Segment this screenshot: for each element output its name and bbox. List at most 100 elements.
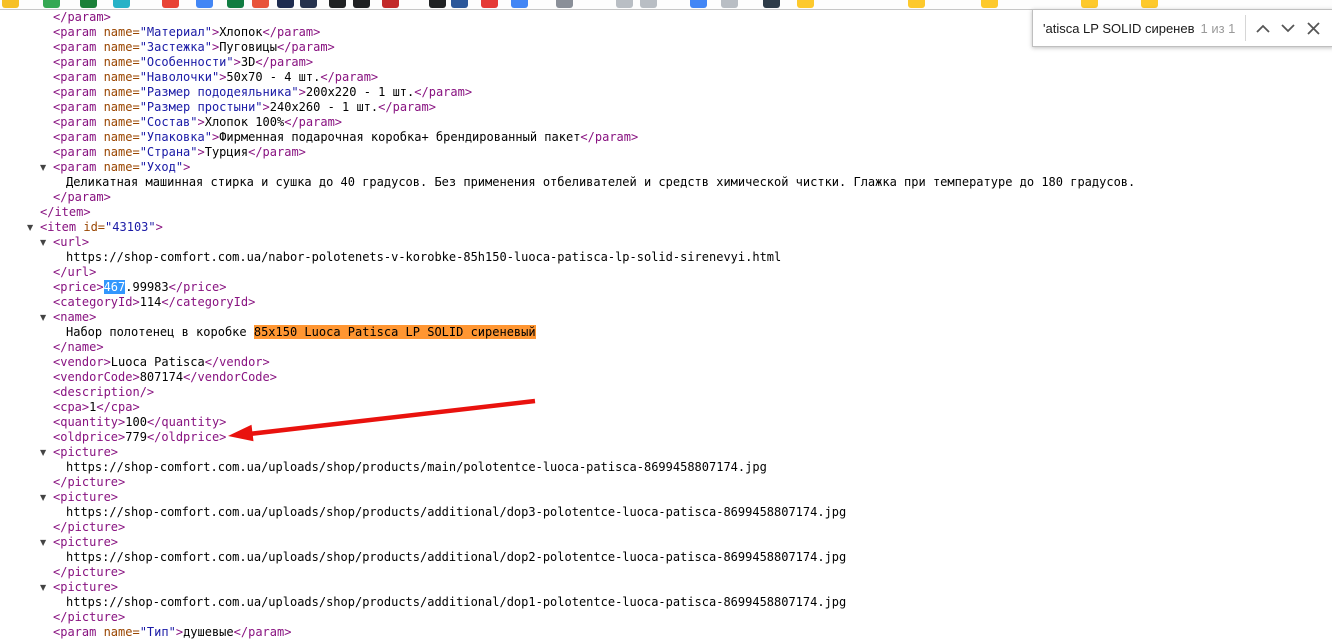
- tab-favicon[interactable]: [277, 0, 294, 8]
- tab-favicon[interactable]: [690, 0, 707, 8]
- xml-text: Пуговицы: [219, 40, 277, 54]
- xml-line: <cpa>1</cpa>: [0, 400, 1332, 415]
- tab-favicon[interactable]: [196, 0, 213, 8]
- xml-tag: <price>: [53, 280, 104, 294]
- tab-favicon[interactable]: [43, 0, 60, 8]
- xml-line: https://shop-comfort.com.ua/nabor-polote…: [0, 250, 1332, 265]
- find-bar-divider: [1245, 15, 1247, 41]
- xml-val: "Упаковка": [139, 130, 212, 144]
- xml-text: 200x220 - 1 шт.: [305, 85, 415, 99]
- xml-attr: name=: [103, 115, 140, 129]
- xml-tag: </oldprice>: [146, 430, 227, 444]
- tab-favicon[interactable]: [981, 0, 998, 8]
- xml-line: <vendorCode>807174</vendorCode>: [0, 370, 1332, 385]
- find-query-input[interactable]: 'atisca LP SOLID сиреневый: [1043, 21, 1195, 36]
- find-next-button[interactable]: [1276, 14, 1301, 42]
- xml-text: 114: [139, 295, 162, 309]
- xml-tag: </param>: [378, 100, 436, 114]
- xml-line: https://shop-comfort.com.ua/uploads/shop…: [0, 505, 1332, 520]
- xml-tag: <vendorCode>: [53, 370, 140, 384]
- xml-text: 100: [125, 415, 147, 429]
- xml-text: 3D: [240, 55, 256, 69]
- xml-line: https://shop-comfort.com.ua/uploads/shop…: [0, 595, 1332, 610]
- collapse-toggle-icon[interactable]: ▼: [40, 490, 53, 505]
- collapse-toggle-icon[interactable]: ▼: [40, 445, 53, 460]
- xml-line: ▼ <picture>: [0, 535, 1332, 550]
- xml-text: https://shop-comfort.com.ua/nabor-polote…: [66, 250, 782, 264]
- xml-text: 240x260 - 1 шт.: [269, 100, 379, 114]
- tab-favicon[interactable]: [511, 0, 528, 8]
- tab-favicon[interactable]: [300, 0, 317, 8]
- tab-favicon[interactable]: [556, 0, 573, 8]
- xml-tag: >: [233, 55, 241, 69]
- xml-tag: <param: [53, 115, 104, 129]
- collapse-toggle-icon[interactable]: ▼: [40, 160, 53, 175]
- tab-favicon[interactable]: [252, 0, 269, 8]
- xml-tag: </quantity>: [146, 415, 227, 429]
- tab-favicon[interactable]: [1141, 0, 1158, 8]
- xml-tag: <vendor>: [53, 355, 111, 369]
- collapse-toggle-icon[interactable]: ▼: [40, 580, 53, 595]
- xml-text: Luoca Patisca: [110, 355, 205, 369]
- xml-tag: <cpa>: [53, 400, 90, 414]
- xml-tag: </item>: [40, 205, 91, 219]
- text-selection: 467: [103, 280, 126, 294]
- xml-line: ▼ <name>: [0, 310, 1332, 325]
- xml-tag: </param>: [320, 70, 379, 84]
- xml-text: https://shop-comfort.com.ua/uploads/shop…: [66, 550, 847, 564]
- tab-favicon[interactable]: [451, 0, 468, 8]
- tab-favicon[interactable]: [616, 0, 633, 8]
- xml-line: <categoryId>114</categoryId>: [0, 295, 1332, 310]
- xml-text: Деликатная машинная стирка и сушка до 40…: [66, 175, 1136, 189]
- collapse-toggle-icon[interactable]: ▼: [40, 535, 53, 550]
- xml-tag: <picture>: [53, 490, 119, 504]
- tab-favicon[interactable]: [80, 0, 97, 8]
- tab-favicon[interactable]: [353, 0, 370, 8]
- xml-attr: name=: [103, 70, 140, 84]
- xml-text: душевые: [183, 625, 234, 639]
- xml-line: ▼ <picture>: [0, 580, 1332, 595]
- tab-favicon[interactable]: [113, 0, 130, 8]
- tab-favicon[interactable]: [382, 0, 399, 8]
- xml-text: 50x70 - 4 шт.: [226, 70, 321, 84]
- tab-favicon[interactable]: [797, 0, 814, 8]
- xml-val: "43103": [105, 220, 156, 234]
- tab-favicon[interactable]: [162, 0, 179, 8]
- tab-favicon[interactable]: [1081, 0, 1098, 8]
- tab-favicon[interactable]: [2, 0, 19, 8]
- xml-tag: <param: [53, 40, 104, 54]
- xml-text: Хлопок 100%: [204, 115, 285, 129]
- find-match-count: 1 из 1: [1200, 20, 1236, 36]
- xml-val: "Размер пододеяльника": [139, 85, 299, 99]
- tab-favicon[interactable]: [329, 0, 346, 8]
- collapse-toggle-icon[interactable]: ▼: [40, 310, 53, 325]
- xml-tag: <item: [40, 220, 84, 234]
- tab-favicon[interactable]: [227, 0, 244, 8]
- collapse-toggle-icon[interactable]: ▼: [27, 220, 40, 235]
- xml-tag: >: [262, 100, 270, 114]
- tab-favicon[interactable]: [481, 0, 498, 8]
- tab-favicon[interactable]: [429, 0, 446, 8]
- xml-line: Деликатная машинная стирка и сушка до 40…: [0, 175, 1332, 190]
- xml-val: "Наволочки": [139, 70, 220, 84]
- xml-line: </picture>: [0, 520, 1332, 535]
- xml-tag: >: [155, 220, 163, 234]
- xml-line: <param name="Размер простыни">240x260 - …: [0, 100, 1332, 115]
- xml-tag: </param>: [255, 55, 314, 69]
- tab-favicon[interactable]: [763, 0, 780, 8]
- xml-tag: <param: [53, 100, 104, 114]
- tab-favicon[interactable]: [721, 0, 738, 8]
- tab-favicon[interactable]: [640, 0, 657, 8]
- collapse-toggle-icon[interactable]: ▼: [40, 235, 53, 250]
- find-close-button[interactable]: [1301, 14, 1326, 42]
- xml-attr: name=: [103, 40, 140, 54]
- xml-tag: <url>: [53, 235, 90, 249]
- xml-viewer: </param> <param name="Материал">Хлопок</p…: [0, 10, 1332, 641]
- xml-line: <price>467.99983</price>: [0, 280, 1332, 295]
- xml-tag: <name>: [53, 310, 97, 324]
- xml-tag: </cpa>: [96, 400, 140, 414]
- xml-tag: <categoryId>: [53, 295, 140, 309]
- find-previous-button[interactable]: [1250, 14, 1275, 42]
- tab-favicon[interactable]: [908, 0, 925, 8]
- xml-tag: <oldprice>: [53, 430, 126, 444]
